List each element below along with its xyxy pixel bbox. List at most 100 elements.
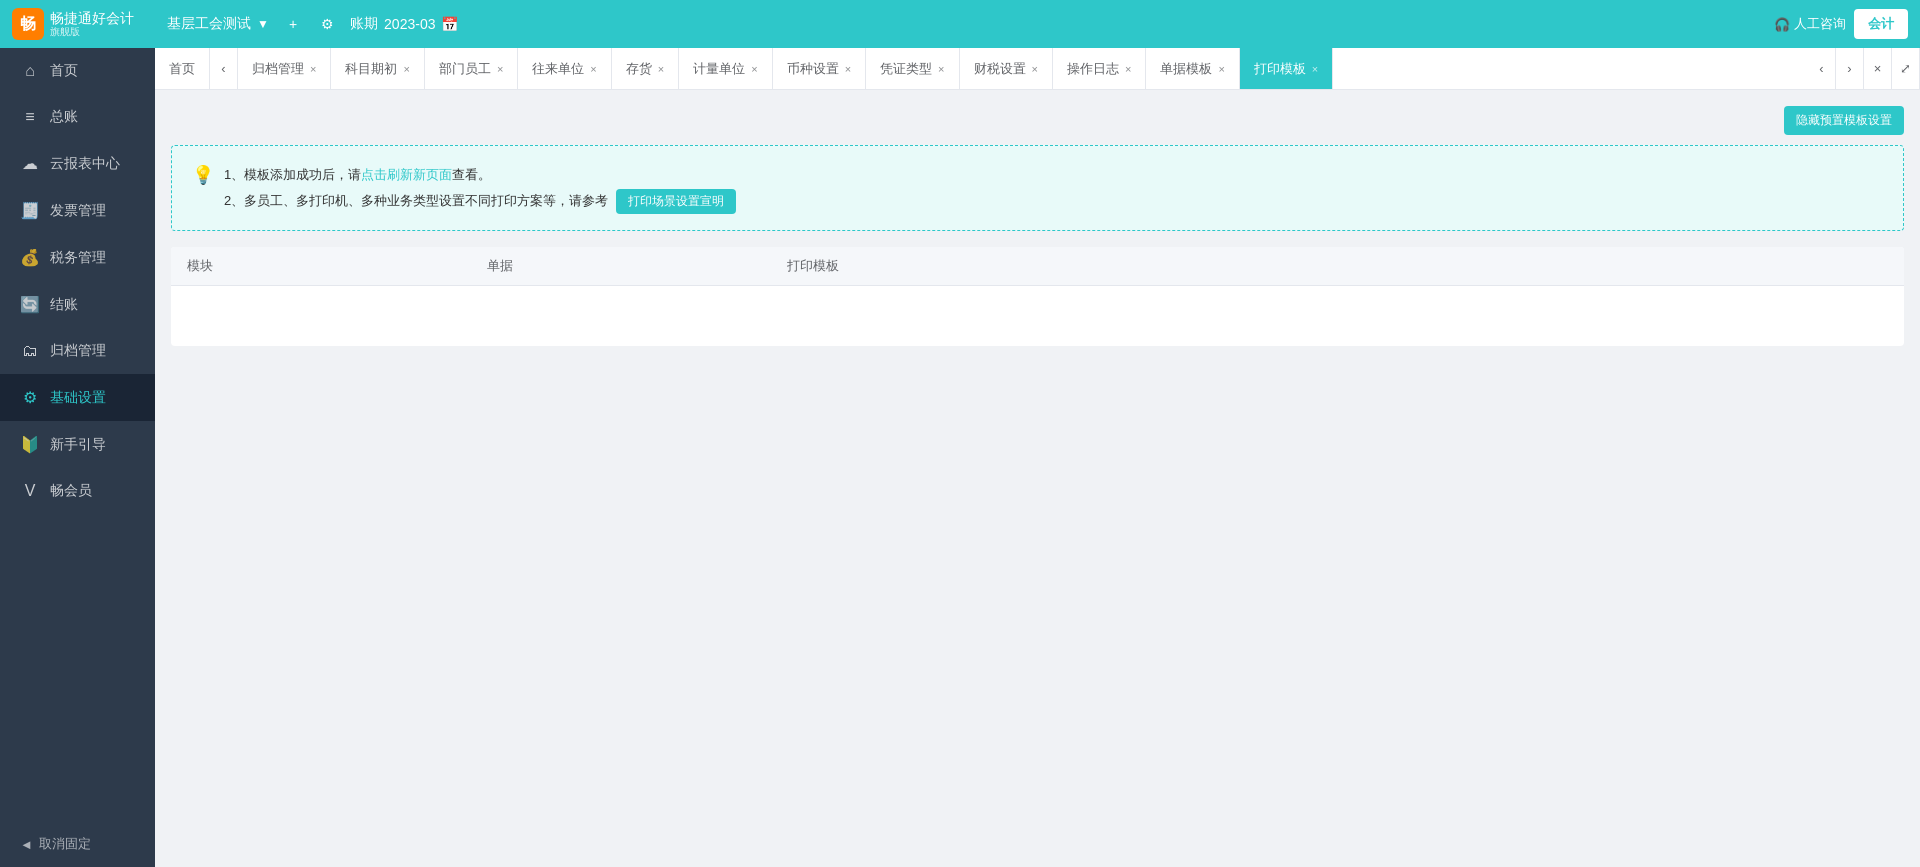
guide-icon: 🔰 [20, 435, 40, 454]
tab-label-unit: 计量单位 [693, 60, 745, 78]
tab-close-all-button[interactable]: × [1864, 48, 1892, 89]
tab-back-button[interactable]: ‹ [210, 48, 238, 89]
sidebar-item-invoice[interactable]: 🧾 发票管理 [0, 187, 155, 234]
invoice-icon: 🧾 [20, 201, 40, 220]
service-label: 人工咨询 [1794, 15, 1846, 33]
vip-icon: V [20, 482, 40, 500]
tab-close-single[interactable]: × [1218, 63, 1224, 75]
notice-line1-prefix: 1、模板添加成功后，请 [224, 167, 361, 182]
add-tab-button[interactable]: + [281, 12, 305, 36]
top-right: 🎧 人工咨询 会计 [1774, 9, 1908, 39]
tab-unit[interactable]: 计量单位 × [679, 48, 772, 89]
tab-close-stock[interactable]: × [658, 63, 664, 75]
tab-label-archive: 归档管理 [252, 60, 304, 78]
sidebar-label-invoice: 发票管理 [50, 202, 106, 220]
tab-close-print[interactable]: × [1312, 63, 1318, 75]
notice-box: 💡 1、模板添加成功后，请点击刷新新页面查看。 2、多员工、多打印机、多种业务类… [171, 145, 1904, 231]
col-header-template: 打印模板 [787, 257, 1888, 275]
company-name: 基层工会测试 [167, 15, 251, 33]
data-table: 模块 单据 打印模板 [171, 247, 1904, 346]
tab-close-operation[interactable]: × [1125, 63, 1131, 75]
notice-line2: 2、多员工、多打印机、多种业务类型设置不同打印方案等，请参考 打印场景设置宣明 [224, 188, 736, 214]
cancel-pin-button[interactable]: ◄ 取消固定 [0, 821, 155, 867]
tab-dept[interactable]: 部门员工 × [425, 48, 518, 89]
sidebar-label-guide: 新手引导 [50, 436, 106, 454]
tab-label-operation: 操作日志 [1067, 60, 1119, 78]
tab-close-voucher-type[interactable]: × [938, 63, 944, 75]
tab-operation[interactable]: 操作日志 × [1053, 48, 1146, 89]
tab-home[interactable]: 首页 [155, 48, 210, 89]
period-label: 账期 [350, 15, 378, 33]
logo-text: 畅捷通好会计 旗舰版 [50, 10, 134, 39]
period-value: 2023-03 [384, 16, 435, 32]
col-header-module: 模块 [187, 257, 487, 275]
tab-voucher-type[interactable]: 凭证类型 × [866, 48, 959, 89]
tab-label-voucher-type: 凭证类型 [880, 60, 932, 78]
tab-close-archive[interactable]: × [310, 63, 316, 75]
sidebar-label-settings: 基础设置 [50, 389, 106, 407]
tab-close-subject[interactable]: × [403, 63, 409, 75]
table-header: 模块 单据 打印模板 [171, 247, 1904, 286]
service-button[interactable]: 🎧 人工咨询 [1774, 15, 1846, 33]
sidebar-item-settings[interactable]: ⚙ 基础设置 [0, 374, 155, 421]
main-layout: ⌂ 首页 ≡ 总账 ☁ 云报表中心 🧾 发票管理 💰 税务管理 🔄 结账 🗂 归… [0, 48, 1920, 867]
page-content: 隐藏预置模板设置 💡 1、模板添加成功后，请点击刷新新页面查看。 2、多员工、多… [155, 90, 1920, 867]
tab-currency[interactable]: 币种设置 × [773, 48, 866, 89]
tab-subject[interactable]: 科目期初 × [331, 48, 424, 89]
sidebar-item-tax[interactable]: 💰 税务管理 [0, 234, 155, 281]
tab-label-stock: 存货 [626, 60, 652, 78]
settings-icon-button[interactable]: ⚙ [313, 12, 342, 36]
sidebar-item-guide[interactable]: 🔰 新手引导 [0, 421, 155, 468]
col-header-voucher: 单据 [487, 257, 787, 275]
tab-print[interactable]: 打印模板 × [1240, 48, 1333, 89]
tab-close-vendor[interactable]: × [590, 63, 596, 75]
tab-tax-set[interactable]: 财税设置 × [960, 48, 1053, 89]
tax-icon: 💰 [20, 248, 40, 267]
sidebar-label-settle: 结账 [50, 296, 78, 314]
hide-template-button[interactable]: 隐藏预置模板设置 [1784, 106, 1904, 135]
notice-refresh-link[interactable]: 点击刷新新页面 [361, 167, 452, 182]
notice-text: 1、模板添加成功后，请点击刷新新页面查看。 2、多员工、多打印机、多种业务类型设… [224, 162, 736, 214]
tab-close-currency[interactable]: × [845, 63, 851, 75]
sidebar-label-tax: 税务管理 [50, 249, 106, 267]
account-button[interactable]: 会计 [1854, 9, 1908, 39]
tab-close-unit[interactable]: × [751, 63, 757, 75]
content-area: 首页 ‹ 归档管理 × 科目期初 × 部门员工 × 往来单位 × 存货 × [155, 48, 1920, 867]
tab-single[interactable]: 单据模板 × [1146, 48, 1239, 89]
tab-label-home: 首页 [169, 60, 195, 78]
tab-label-subject: 科目期初 [345, 60, 397, 78]
ledger-icon: ≡ [20, 108, 40, 126]
sidebar-item-vip[interactable]: V 畅会员 [0, 468, 155, 514]
sidebar-item-settle[interactable]: 🔄 结账 [0, 281, 155, 328]
logo-area: 畅 畅捷通好会计 旗舰版 [12, 8, 167, 40]
period-area: 账期 2023-03 📅 [350, 15, 458, 33]
explain-button[interactable]: 打印场景设置宣明 [616, 189, 736, 214]
logo-icon: 畅 [12, 8, 44, 40]
tab-label-currency: 币种设置 [787, 60, 839, 78]
sidebar-item-home[interactable]: ⌂ 首页 [0, 48, 155, 94]
tab-prev-button[interactable]: ‹ [1808, 48, 1836, 89]
settings-icon: ⚙ [20, 388, 40, 407]
tab-close-dept[interactable]: × [497, 63, 503, 75]
notice-line2-prefix: 2、多员工、多打印机、多种业务类型设置不同打印方案等，请参考 [224, 193, 608, 208]
sidebar-item-archive[interactable]: 🗂 归档管理 [0, 328, 155, 374]
tab-fullscreen-button[interactable]: ⤢ [1892, 48, 1920, 89]
tab-stock[interactable]: 存货 × [612, 48, 679, 89]
sidebar-item-report[interactable]: ☁ 云报表中心 [0, 140, 155, 187]
sidebar-label-ledger: 总账 [50, 108, 78, 126]
tab-close-tax-set[interactable]: × [1032, 63, 1038, 75]
notice-line1-suffix: 查看。 [452, 167, 491, 182]
table-body [171, 286, 1904, 346]
company-arrow-icon[interactable]: ▼ [257, 17, 269, 31]
tab-next-button[interactable]: › [1836, 48, 1864, 89]
sidebar-label-home: 首页 [50, 62, 78, 80]
settle-icon: 🔄 [20, 295, 40, 314]
sidebar-item-ledger[interactable]: ≡ 总账 [0, 94, 155, 140]
sidebar-label-vip: 畅会员 [50, 482, 92, 500]
tab-vendor[interactable]: 往来单位 × [518, 48, 611, 89]
calendar-icon[interactable]: 📅 [441, 16, 458, 32]
tab-label-tax-set: 财税设置 [974, 60, 1026, 78]
sidebar: ⌂ 首页 ≡ 总账 ☁ 云报表中心 🧾 发票管理 💰 税务管理 🔄 结账 🗂 归… [0, 48, 155, 867]
tab-archive[interactable]: 归档管理 × [238, 48, 331, 89]
tab-nav-right: ‹ › × ⤢ [1808, 48, 1920, 89]
